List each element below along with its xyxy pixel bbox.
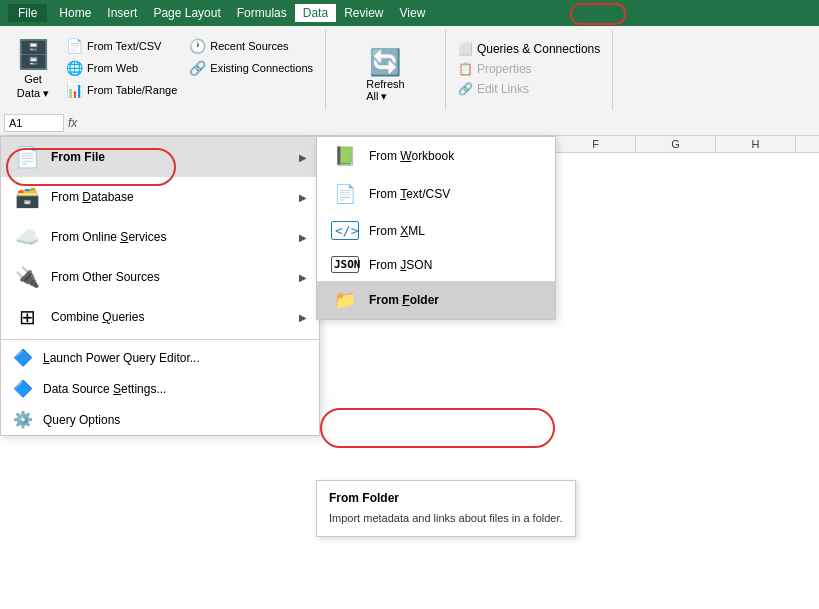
menu-data[interactable]: Data: [295, 4, 336, 22]
workbook-icon: 📗: [331, 145, 359, 167]
xml-icon: </>: [331, 221, 359, 240]
recent-sources-button[interactable]: 🕐 Recent Sources: [185, 36, 317, 56]
links-label: Edit Links: [477, 82, 529, 96]
existing-connections-label: Existing Connections: [210, 62, 313, 74]
from-other-label: From Other Sources: [51, 270, 289, 284]
from-folder-button[interactable]: 📁 From Folder: [317, 281, 555, 319]
menu-bar: File Home Insert Page Layout Formulas Da…: [0, 0, 819, 26]
refresh-all-button[interactable]: 🔄 RefreshAll ▾: [360, 40, 411, 110]
from-table-range-button[interactable]: 📊 From Table/Range: [62, 80, 181, 100]
get-data-icon: 🗄️: [16, 38, 51, 71]
column-headers: F G H: [556, 136, 819, 153]
from-other-arrow: ▶: [299, 272, 307, 283]
menu-item-from-online[interactable]: ☁️ From Online Services ▶: [1, 217, 319, 257]
from-json-button[interactable]: JSON From JSON: [317, 248, 555, 281]
menu-file[interactable]: File: [8, 4, 47, 22]
left-menu: 📄 From File ▶ 🗃️ From Database ▶ ☁️ From…: [0, 136, 320, 436]
menu-item-from-file[interactable]: 📄 From File ▶: [1, 137, 319, 177]
queries-connections-button[interactable]: ⬜ Queries & Connections: [454, 40, 604, 58]
queries-buttons: 🕐 Recent Sources 🔗 Existing Connections: [185, 34, 317, 78]
links-icon: 🔗: [458, 82, 473, 96]
json-icon: JSON: [331, 256, 359, 273]
existing-connections-button[interactable]: 🔗 Existing Connections: [185, 58, 317, 78]
from-text-csv-sub-label: From Text/CSV: [369, 187, 450, 201]
menu-item-from-other[interactable]: 🔌 From Other Sources ▶: [1, 257, 319, 297]
menu-item-power-query[interactable]: 🔷 Launch Power Query Editor...: [1, 342, 319, 373]
query-options-label: Query Options: [43, 413, 120, 427]
get-data-label: GetData ▾: [17, 73, 49, 99]
combine-arrow: ▶: [299, 312, 307, 323]
tooltip-title: From Folder: [329, 491, 563, 505]
menu-view[interactable]: View: [392, 4, 434, 22]
recent-sources-label: Recent Sources: [210, 40, 288, 52]
menu-formulas[interactable]: Formulas: [229, 4, 295, 22]
tooltip: From Folder Import metadata and links ab…: [316, 480, 576, 537]
from-database-icon: 🗃️: [13, 185, 41, 209]
from-database-arrow: ▶: [299, 192, 307, 203]
col-header-f[interactable]: F: [556, 136, 636, 152]
props-icon: 📋: [458, 62, 473, 76]
table-icon: 📊: [66, 82, 83, 98]
from-file-arrow: ▶: [299, 152, 307, 163]
col-header-g[interactable]: G: [636, 136, 716, 152]
data-source-icon: 🔷: [13, 379, 35, 398]
combine-label: Combine Queries: [51, 310, 289, 324]
refresh-all-label: RefreshAll ▾: [366, 78, 405, 103]
from-text-csv-button[interactable]: 📄 From Text/CSV: [62, 36, 181, 56]
from-file-icon: 📄: [13, 145, 41, 169]
connections-icon: 🔗: [189, 60, 206, 76]
folder-icon: 📁: [331, 289, 359, 311]
menu-review[interactable]: Review: [336, 4, 391, 22]
web-icon: 🌐: [66, 60, 83, 76]
props-label: Properties: [477, 62, 532, 76]
from-text-csv-sub-button[interactable]: 📄 From Text/CSV: [317, 175, 555, 213]
menu-item-combine[interactable]: ⊞ Combine Queries ▶: [1, 297, 319, 337]
data-source-label: Data Source Settings...: [43, 382, 166, 396]
qc-icon: ⬜: [458, 42, 473, 56]
menu-page-layout[interactable]: Page Layout: [145, 4, 228, 22]
highlight-from-folder: [320, 408, 555, 448]
menu-item-data-source[interactable]: 🔷 Data Source Settings...: [1, 373, 319, 404]
menu-insert[interactable]: Insert: [99, 4, 145, 22]
menu-home[interactable]: Home: [51, 4, 99, 22]
from-online-label: From Online Services: [51, 230, 289, 244]
from-web-label: From Web: [87, 62, 138, 74]
from-json-label: From JSON: [369, 258, 432, 272]
name-box[interactable]: [4, 114, 64, 132]
from-workbook-label: From Workbook: [369, 149, 454, 163]
from-web-button[interactable]: 🌐 From Web: [62, 58, 181, 78]
edit-links-button[interactable]: 🔗 Edit Links: [454, 80, 604, 98]
tooltip-description: Import metadata and links about files in…: [329, 511, 563, 526]
text-csv-icon: 📄: [66, 38, 83, 54]
right-menu: 📗 From Workbook 📄 From Text/CSV </> From…: [316, 136, 556, 320]
from-online-icon: ☁️: [13, 225, 41, 249]
get-data-button[interactable]: 🗄️ GetData ▾: [8, 34, 58, 104]
menu-item-from-database[interactable]: 🗃️ From Database ▶: [1, 177, 319, 217]
recent-icon: 🕐: [189, 38, 206, 54]
fx-label: fx: [68, 116, 77, 130]
properties-button[interactable]: 📋 Properties: [454, 60, 604, 78]
combine-icon: ⊞: [13, 305, 41, 329]
spreadsheet-area: F G H: [556, 136, 819, 609]
power-query-label: Launch Power Query Editor...: [43, 351, 200, 365]
from-online-arrow: ▶: [299, 232, 307, 243]
from-database-label: From Database: [51, 190, 289, 204]
from-folder-label: From Folder: [369, 293, 439, 307]
get-data-small-buttons: 📄 From Text/CSV 🌐 From Web 📊 From Table/…: [62, 34, 181, 100]
menu-item-query-options[interactable]: ⚙️ Query Options: [1, 404, 319, 435]
refresh-icon: 🔄: [369, 47, 401, 78]
text-csv-sub-icon: 📄: [331, 183, 359, 205]
from-xml-label: From XML: [369, 224, 425, 238]
from-xml-button[interactable]: </> From XML: [317, 213, 555, 248]
power-query-icon: 🔷: [13, 348, 35, 367]
from-text-csv-label: From Text/CSV: [87, 40, 161, 52]
qc-label: Queries & Connections: [477, 42, 600, 56]
from-other-icon: 🔌: [13, 265, 41, 289]
from-table-label: From Table/Range: [87, 84, 177, 96]
from-file-label: From File: [51, 150, 289, 164]
formula-bar: fx: [0, 110, 819, 136]
query-options-icon: ⚙️: [13, 410, 35, 429]
from-workbook-button[interactable]: 📗 From Workbook: [317, 137, 555, 175]
col-header-h[interactable]: H: [716, 136, 796, 152]
